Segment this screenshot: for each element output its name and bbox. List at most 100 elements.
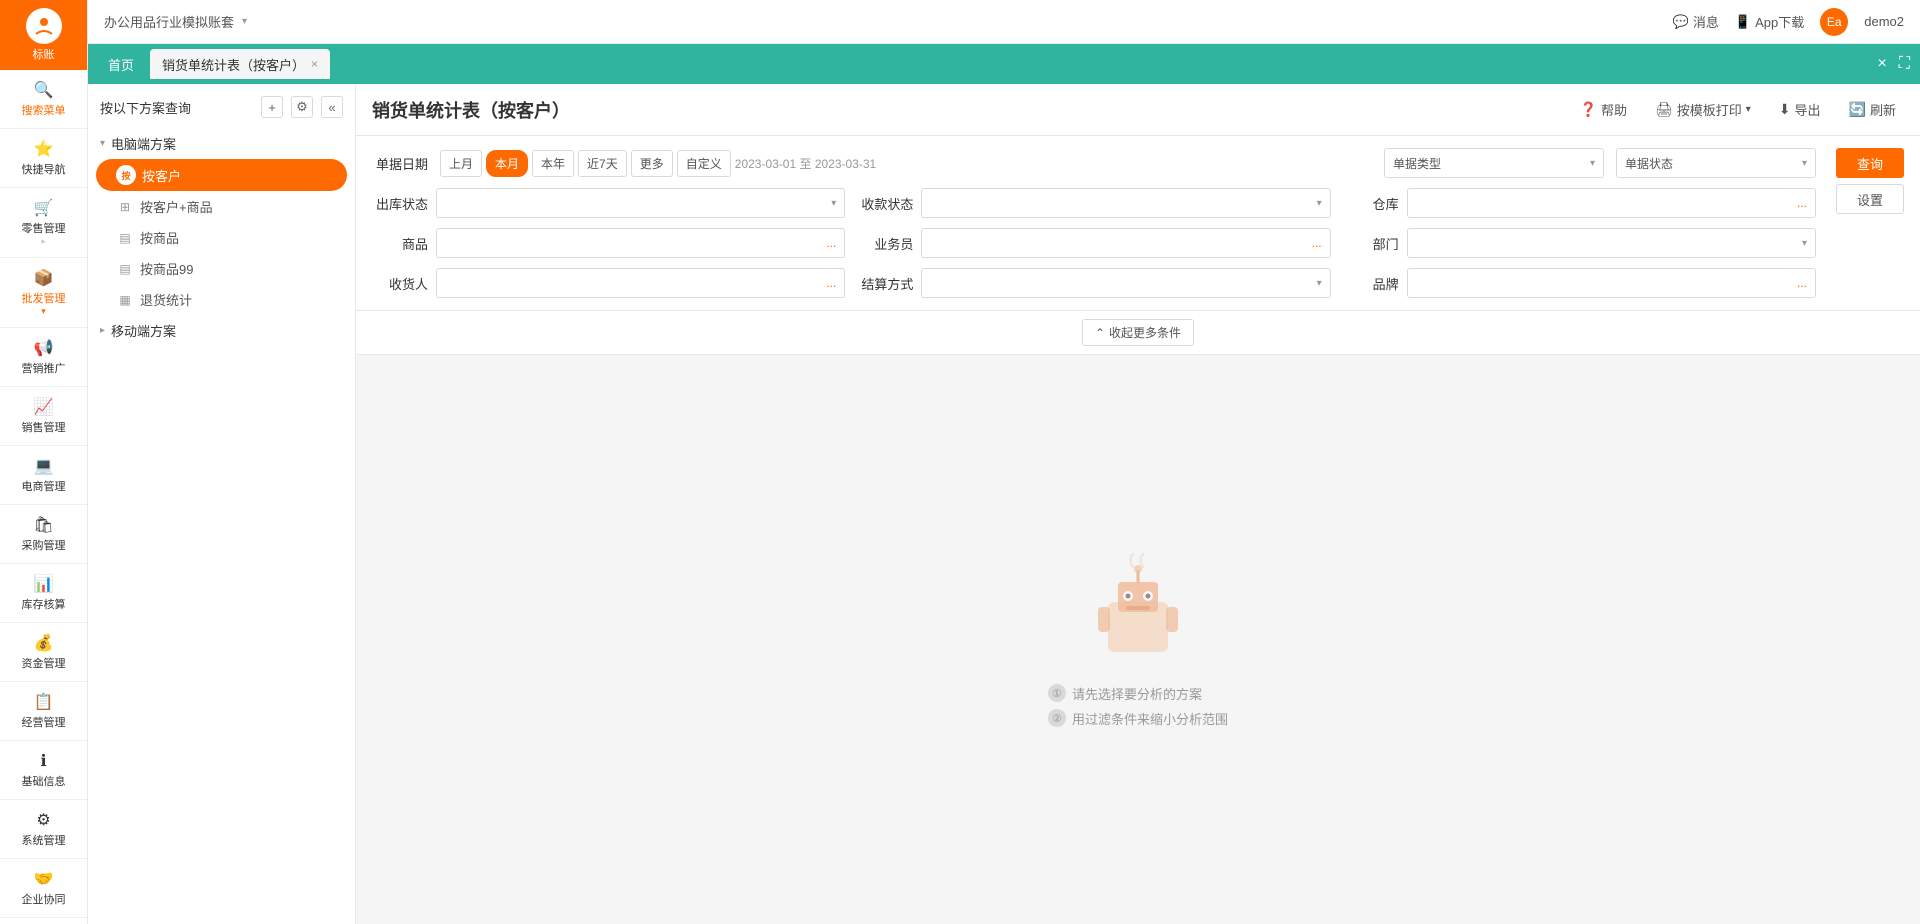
- tree-group-desktop[interactable]: ▾ 电脑端方案: [96, 128, 347, 159]
- salesman-control[interactable]: ...: [921, 228, 1330, 258]
- message-button[interactable]: 💬 消息: [1673, 12, 1719, 31]
- receipt-status-filter: 收款状态 ▾: [857, 188, 1330, 218]
- wholesale-mgmt-item[interactable]: 📦 批发管理 ▾: [0, 258, 87, 328]
- receipt-status-control[interactable]: ▾: [921, 188, 1330, 218]
- out-status-control[interactable]: ▾: [436, 188, 845, 218]
- tree-item-by-goods[interactable]: ▤ 按商品: [96, 222, 347, 253]
- empty-state: ① 请先选择要分析的方案 ② 用过滤条件来缩小分析范围: [356, 355, 1920, 924]
- sales-icon: 📈: [34, 397, 54, 417]
- this-month-btn[interactable]: 本月: [486, 150, 528, 177]
- finance-mgmt-item[interactable]: 💰 资金管理: [0, 623, 87, 682]
- by-customer-label: 按客户: [142, 166, 181, 185]
- query-button[interactable]: 查询: [1836, 148, 1904, 178]
- this-year-btn[interactable]: 本年: [532, 150, 574, 177]
- tab-home[interactable]: 首页: [96, 49, 146, 79]
- search-label: 搜索菜单: [22, 102, 66, 118]
- maximize-button[interactable]: ⛶: [1897, 53, 1912, 75]
- receiver-control[interactable]: ...: [436, 268, 845, 298]
- page-actions: ❓ 帮助 🖨 按模板打印 ▾ ⬇ 导出 🔄 刷新: [1572, 96, 1904, 135]
- minimize-button[interactable]: ×: [1875, 53, 1888, 75]
- newbie-guide-item[interactable]: 🚀 新手引导: [0, 918, 87, 924]
- settlement-label: 结算方式: [857, 274, 913, 293]
- tree-group-mobile[interactable]: ▸ 移动端方案: [96, 315, 347, 346]
- receipt-status-arrow-icon: ▾: [1317, 198, 1322, 209]
- app-dropdown-icon[interactable]: ▾: [242, 16, 247, 27]
- brand-control[interactable]: ...: [1407, 268, 1816, 298]
- tabbar: 首页 销货单统计表（按客户） × × ⛶: [88, 44, 1920, 84]
- collapse-button[interactable]: ⌃ 收起更多条件: [1082, 319, 1194, 346]
- help-label: 帮助: [1601, 100, 1627, 119]
- collapse-up-icon: ⌃: [1095, 326, 1105, 340]
- export-button[interactable]: ⬇ 导出: [1771, 96, 1829, 123]
- sales-mgmt-item[interactable]: 📈 销售管理: [0, 387, 87, 446]
- ecommerce-mgmt-item[interactable]: 💻 电商管理: [0, 446, 87, 505]
- more-date-btn[interactable]: 更多: [631, 150, 673, 177]
- purchase-label: 采购管理: [22, 537, 66, 553]
- collapse-panel-button[interactable]: «: [321, 96, 343, 118]
- empty-illustration: [1078, 552, 1198, 672]
- avatar[interactable]: Ea: [1820, 8, 1848, 36]
- operations-icon: 📋: [34, 692, 54, 712]
- desktop-group-label: 电脑端方案: [111, 134, 176, 153]
- help-icon: ❓: [1580, 101, 1597, 118]
- empty-tip-2: ② 用过滤条件来缩小分析范围: [1048, 709, 1228, 728]
- marketing-item[interactable]: 📢 营销推广: [0, 328, 87, 387]
- retail-arrow-icon: ▸: [41, 236, 46, 247]
- logo-text: 标账: [33, 46, 55, 62]
- scheme-settings-button[interactable]: ⚙: [291, 96, 313, 118]
- out-status-filter: 出库状态 ▾: [372, 188, 845, 218]
- tree-item-by-customer-goods[interactable]: ⊞ 按客户+商品: [96, 191, 347, 222]
- brand-label: 品牌: [1343, 274, 1399, 293]
- refresh-button[interactable]: 🔄 刷新: [1841, 96, 1904, 123]
- purchase-mgmt-item[interactable]: 🛍 采购管理: [0, 505, 87, 564]
- inventory-item[interactable]: 📊 库存核算: [0, 564, 87, 623]
- tab-sales-stats[interactable]: 销货单统计表（按客户） ×: [150, 49, 330, 79]
- quick-nav-item[interactable]: ⭐ 快捷导航: [0, 129, 87, 188]
- refresh-label: 刷新: [1870, 100, 1896, 119]
- goods-control[interactable]: ...: [436, 228, 845, 258]
- tree-section: ▾ 电脑端方案 按 按客户 ⊞ 按客户+商品 ▤ 按商品: [88, 128, 355, 346]
- last-7-days-btn[interactable]: 近7天: [578, 150, 627, 177]
- mobile-arrow-icon: ▸: [100, 325, 105, 336]
- settings-button[interactable]: 设置: [1836, 184, 1904, 214]
- marketing-icon: 📢: [34, 338, 54, 358]
- add-scheme-button[interactable]: +: [261, 96, 283, 118]
- last-month-btn[interactable]: 上月: [440, 150, 482, 177]
- tree-item-by-goods-99[interactable]: ▤ 按商品99: [96, 253, 347, 284]
- help-button[interactable]: ❓ 帮助: [1572, 96, 1635, 123]
- goods-filter-row: 商品 ... 业务员 ...: [372, 228, 1816, 258]
- retail-mgmt-item[interactable]: 🛒 零售管理 ▸: [0, 188, 87, 258]
- custom-date-btn[interactable]: 自定义: [677, 150, 731, 177]
- message-icon: 💬: [1673, 14, 1689, 30]
- by-goods-icon: ▤: [116, 229, 134, 247]
- print-button[interactable]: 🖨 按模板打印 ▾: [1647, 96, 1759, 123]
- quick-nav-label: 快捷导航: [22, 161, 66, 177]
- receipt-status-label: 收款状态: [857, 194, 913, 213]
- settlement-control[interactable]: ▾: [921, 268, 1330, 298]
- tab-close-icon[interactable]: ×: [311, 57, 318, 71]
- by-goods-label: 按商品: [140, 228, 179, 247]
- basic-info-item[interactable]: ℹ 基础信息: [0, 741, 87, 800]
- warehouse-control[interactable]: ...: [1407, 188, 1816, 218]
- tree-item-returns-stats[interactable]: ▦ 退货统计: [96, 284, 347, 315]
- tabbar-actions: × ⛶: [1875, 53, 1912, 75]
- doc-type-control[interactable]: 单据类型 ▾: [1384, 148, 1604, 178]
- enterprise-collab-item[interactable]: 🤝 企业协同: [0, 859, 87, 918]
- tip-2-num: ②: [1048, 709, 1066, 727]
- page-header: 销货单统计表（按客户） ❓ 帮助 🖨 按模板打印 ▾ ⬇ 导出: [356, 84, 1920, 136]
- department-control[interactable]: ▾: [1407, 228, 1816, 258]
- operations-mgmt-item[interactable]: 📋 经营管理: [0, 682, 87, 741]
- finance-icon: 💰: [34, 633, 54, 653]
- returns-stats-icon: ▦: [116, 291, 134, 309]
- system-mgmt-item[interactable]: ⚙ 系统管理: [0, 800, 87, 859]
- empty-tip-1: ① 请先选择要分析的方案: [1048, 684, 1228, 703]
- search-menu-item[interactable]: 🔍 搜索菜单: [0, 70, 87, 129]
- doc-status-arrow-icon: ▾: [1802, 158, 1807, 169]
- marketing-label: 营销推广: [22, 360, 66, 376]
- doc-status-control[interactable]: 单据状态 ▾: [1616, 148, 1816, 178]
- date-filter-label: 单据日期: [372, 154, 428, 173]
- tree-item-by-customer[interactable]: 按 按客户: [96, 159, 347, 191]
- salesman-filter: 业务员 ...: [857, 228, 1330, 258]
- app-download-button[interactable]: 📱 App下载: [1735, 12, 1804, 31]
- search-icon: 🔍: [34, 80, 54, 100]
